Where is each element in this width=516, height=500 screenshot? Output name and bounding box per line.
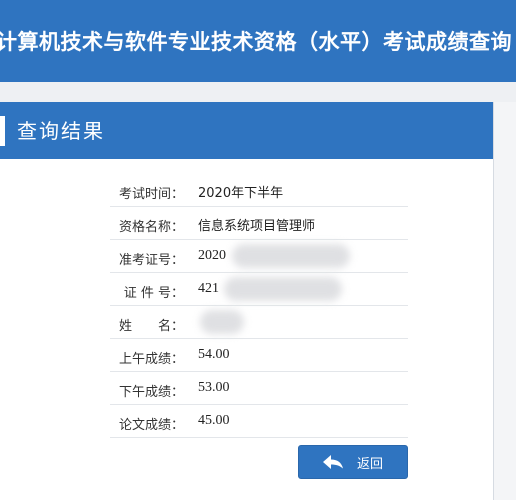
qualification-value: 信息系统项目管理师 [198, 219, 316, 234]
row-admission-number: 准考证号： 2020 [110, 240, 408, 273]
morning-score-label: 上午成绩： [118, 352, 184, 367]
exam-time-label: 考试时间： [118, 187, 184, 202]
exam-time-value: 2020年下半年 [198, 186, 284, 201]
admission-number-redaction [232, 244, 350, 268]
essay-score-label: 论文成绩： [118, 418, 184, 433]
back-button[interactable]: 返回 [298, 445, 408, 479]
result-table: 考试时间： 2020年下半年 资格名称： 信息系统项目管理师 准考证号： 202… [110, 174, 408, 438]
row-qualification: 资格名称： 信息系统项目管理师 [110, 207, 408, 240]
id-number-redaction [224, 277, 342, 301]
morning-score-value: 54.00 [198, 347, 230, 362]
section-gap [0, 82, 516, 102]
back-button-label: 返回 [356, 455, 383, 471]
row-exam-time: 考试时间： 2020年下半年 [110, 174, 408, 207]
afternoon-score-label: 下午成绩： [118, 385, 184, 400]
row-name: 姓 名： [110, 306, 408, 339]
row-morning-score: 上午成绩： 54.00 [110, 339, 408, 372]
admission-number-label: 准考证号： [118, 253, 184, 268]
row-id-number: 证 件 号： 421 [110, 273, 408, 306]
score-query-page: 计算机技术与软件专业技术资格（水平）考试成绩查询 查询结果 考试时间： 2020… [0, 0, 516, 500]
panel-header-accent [0, 116, 5, 146]
afternoon-score-value: 53.00 [198, 380, 230, 395]
qualification-label: 资格名称： [118, 220, 184, 235]
name-redaction [200, 310, 244, 334]
essay-score-value: 45.00 [198, 413, 230, 428]
result-panel: 查询结果 考试时间： 2020年下半年 资格名称： 信息系统项目管理师 准考证号… [0, 102, 494, 500]
panel-header: 查询结果 [0, 102, 493, 159]
name-label: 姓 名： [118, 319, 184, 334]
row-essay-score: 论文成绩： 45.00 [110, 405, 408, 438]
admission-number-value: 2020 [198, 248, 226, 263]
top-banner: 计算机技术与软件专业技术资格（水平）考试成绩查询 [0, 0, 516, 82]
banner-title: 计算机技术与软件专业技术资格（水平）考试成绩查询 [0, 30, 512, 54]
back-arrow-icon [322, 455, 343, 469]
id-number-label: 证 件 号： [123, 286, 184, 301]
id-number-value: 421 [198, 281, 219, 296]
row-afternoon-score: 下午成绩： 53.00 [110, 372, 408, 405]
panel-heading: 查询结果 [17, 119, 105, 143]
